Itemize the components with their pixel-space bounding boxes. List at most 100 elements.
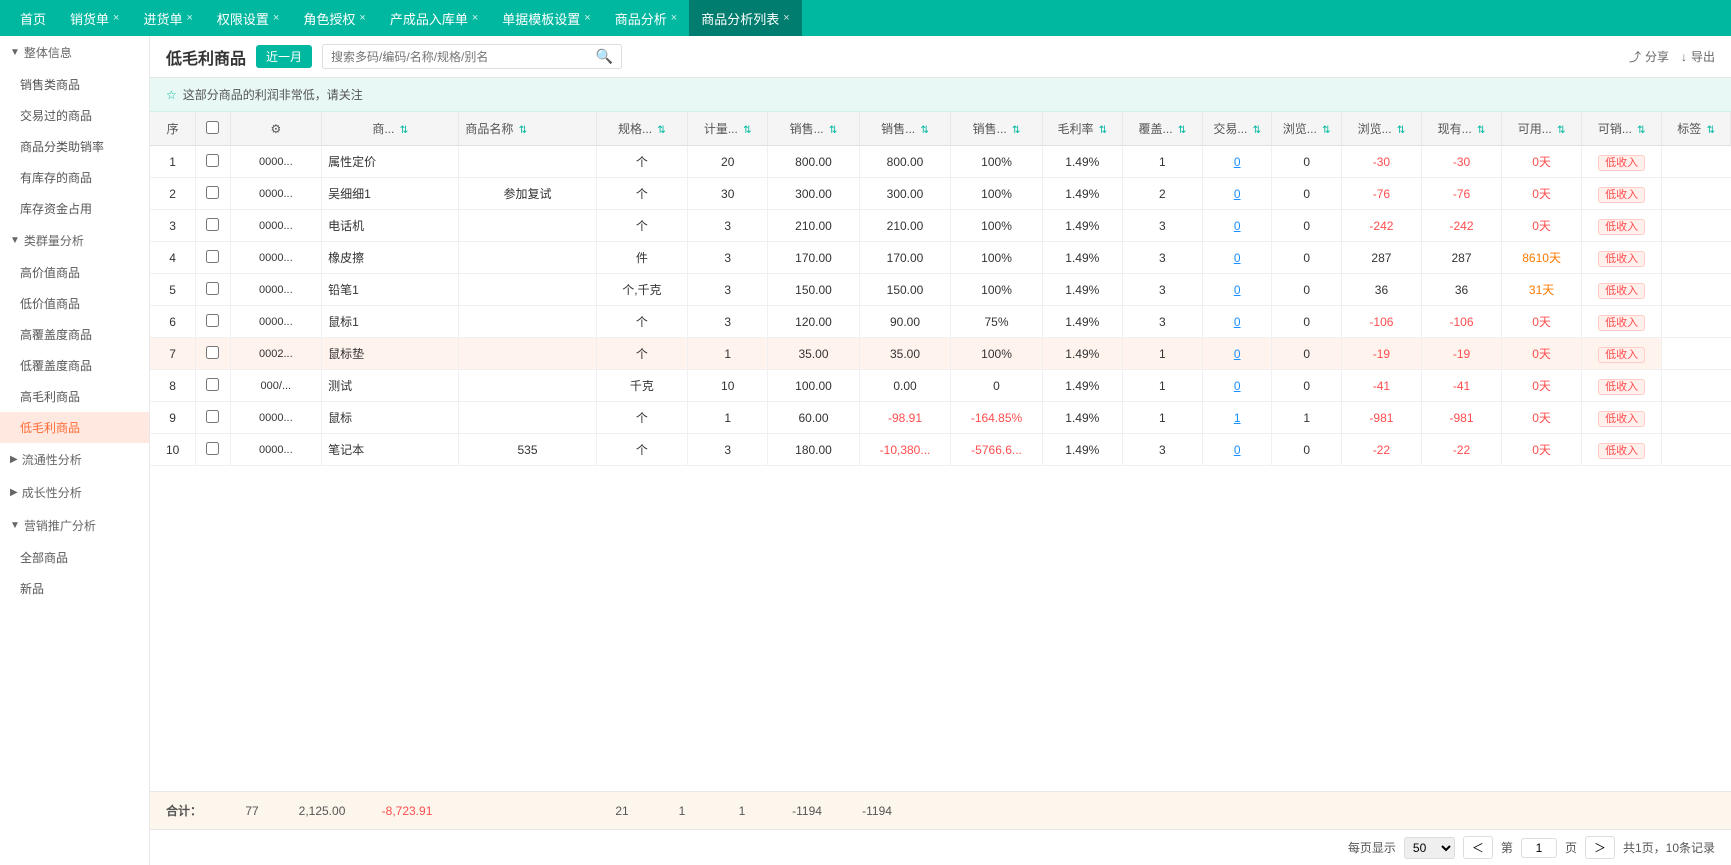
cell-available: 287 xyxy=(1421,242,1501,274)
cell-cover: 1.49% xyxy=(1042,178,1122,210)
nav-permissions-close[interactable]: × xyxy=(273,12,279,24)
sidebar-item-low-value[interactable]: 低价值商品 xyxy=(0,288,149,319)
row-checkbox-9[interactable] xyxy=(206,442,219,455)
sidebar-item-high-value[interactable]: 高价值商品 xyxy=(0,257,149,288)
cell-view2: 1 xyxy=(1272,402,1341,434)
share-button[interactable]: ⤴ 分享 xyxy=(1629,48,1669,65)
sidebar-group-marketing[interactable]: ▼ 营销推广分析 xyxy=(0,509,149,542)
nav-sales-close[interactable]: × xyxy=(113,12,119,24)
sidebar-group-flow[interactable]: ▶ 流通性分析 xyxy=(0,443,149,476)
cell-check[interactable] xyxy=(196,210,230,242)
current-page-input[interactable] xyxy=(1521,838,1557,858)
nav-product-analysis-close[interactable]: × xyxy=(671,12,677,24)
cell-sale-amount: 210.00 xyxy=(859,210,951,242)
col-header-gross: 毛利率 ⇅ xyxy=(1042,112,1122,146)
cell-view1[interactable]: 0 xyxy=(1202,434,1271,466)
sidebar-group-overall[interactable]: ▼ 整体信息 xyxy=(0,36,149,69)
cell-check[interactable] xyxy=(196,178,230,210)
nav-product-entry[interactable]: 产成品入库单 × xyxy=(378,0,490,36)
col-header-saleable: 可销... ⇅ xyxy=(1582,112,1662,146)
cell-sale-amount: 0.00 xyxy=(859,370,951,402)
cell-tag: 低收入 xyxy=(1582,306,1662,338)
nav-product-analysis-list[interactable]: 商品分析列表 × xyxy=(689,0,801,36)
cell-view1[interactable]: 0 xyxy=(1202,178,1271,210)
next-page-button[interactable]: ＞ xyxy=(1585,836,1615,859)
prev-page-button[interactable]: ＜ xyxy=(1463,836,1493,859)
sidebar-item-traded-goods[interactable]: 交易过的商品 xyxy=(0,100,149,131)
cell-trade: 3 xyxy=(1122,210,1202,242)
sidebar-item-all-goods[interactable]: 全部商品 xyxy=(0,542,149,573)
sidebar-item-high-gross[interactable]: 高毛利商品 xyxy=(0,381,149,412)
nav-product-entry-close[interactable]: × xyxy=(472,12,478,24)
sidebar-item-low-gross[interactable]: 低毛利商品 xyxy=(0,412,149,443)
cell-view1[interactable]: 0 xyxy=(1202,338,1271,370)
footer-total-label: 合计： xyxy=(166,802,202,819)
nav-roles-close[interactable]: × xyxy=(359,12,365,24)
cell-view2: 0 xyxy=(1272,338,1341,370)
sidebar-item-low-cover[interactable]: 低覆盖度商品 xyxy=(0,350,149,381)
filter-button[interactable]: 近一月 xyxy=(256,45,312,68)
row-checkbox-3[interactable] xyxy=(206,250,219,263)
search-icon[interactable]: 🔍 xyxy=(596,48,613,65)
cell-tag: 低收入 xyxy=(1582,274,1662,306)
sidebar-group-growth[interactable]: ▶ 成长性分析 xyxy=(0,476,149,509)
cell-sale-qty: 3 xyxy=(688,274,768,306)
cell-sale-amount: -10,380... xyxy=(859,434,951,466)
cell-check[interactable] xyxy=(196,402,230,434)
nav-home[interactable]: 首页 xyxy=(8,0,58,36)
sidebar-item-capital[interactable]: 库存资金占用 xyxy=(0,193,149,224)
row-checkbox-7[interactable] xyxy=(206,378,219,391)
search-box[interactable]: 🔍 xyxy=(322,44,622,69)
nav-template-close[interactable]: × xyxy=(584,12,590,24)
cell-spec: 535 xyxy=(459,434,596,466)
col-header-view2: 浏览... ⇅ xyxy=(1341,112,1421,146)
cell-check[interactable] xyxy=(196,306,230,338)
row-checkbox-2[interactable] xyxy=(206,218,219,231)
row-checkbox-1[interactable] xyxy=(206,186,219,199)
table-container[interactable]: 序 ⚙ 商... ⇅ 商品名称 ⇅ 规格... ⇅ 计量... ⇅ 销售... … xyxy=(150,112,1731,791)
export-button[interactable]: ↓ 导出 xyxy=(1681,48,1715,65)
nav-product-analysis-list-close[interactable]: × xyxy=(783,12,789,24)
cell-check[interactable] xyxy=(196,274,230,306)
cell-sale-price: 100.00 xyxy=(768,370,860,402)
cell-check[interactable] xyxy=(196,338,230,370)
sidebar-item-in-stock[interactable]: 有库存的商品 xyxy=(0,162,149,193)
col-header-current: 现有... ⇅ xyxy=(1421,112,1501,146)
footer-view2: 1 xyxy=(712,804,772,818)
row-checkbox-5[interactable] xyxy=(206,314,219,327)
row-checkbox-8[interactable] xyxy=(206,410,219,423)
cell-check[interactable] xyxy=(196,370,230,402)
nav-template[interactable]: 单据模板设置 × xyxy=(490,0,602,36)
sidebar-item-high-cover[interactable]: 高覆盖度商品 xyxy=(0,319,149,350)
sidebar-item-sales-goods[interactable]: 销售类商品 xyxy=(0,69,149,100)
cell-view1[interactable]: 0 xyxy=(1202,242,1271,274)
cell-view1[interactable]: 1 xyxy=(1202,402,1271,434)
cell-view1[interactable]: 0 xyxy=(1202,306,1271,338)
row-checkbox-4[interactable] xyxy=(206,282,219,295)
nav-product-analysis[interactable]: 商品分析 × xyxy=(603,0,689,36)
select-all-checkbox[interactable] xyxy=(206,121,219,134)
cell-view1[interactable]: 0 xyxy=(1202,370,1271,402)
row-checkbox-6[interactable] xyxy=(206,346,219,359)
cell-view2: 0 xyxy=(1272,242,1341,274)
cell-view1[interactable]: 0 xyxy=(1202,210,1271,242)
cell-view1[interactable]: 0 xyxy=(1202,146,1271,178)
nav-purchase[interactable]: 进货单 × xyxy=(131,0,204,36)
cell-check[interactable] xyxy=(196,146,230,178)
nav-permissions[interactable]: 权限设置 × xyxy=(205,0,291,36)
cell-saleable: 0天 xyxy=(1502,370,1582,402)
sidebar-group-cluster[interactable]: ▼ 类群量分析 xyxy=(0,224,149,257)
cell-check[interactable] xyxy=(196,242,230,274)
nav-purchase-close[interactable]: × xyxy=(186,12,192,24)
sidebar-item-category-rate[interactable]: 商品分类助销率 xyxy=(0,131,149,162)
nav-sales[interactable]: 销货单 × xyxy=(58,0,131,36)
row-checkbox-0[interactable] xyxy=(206,154,219,167)
cell-current: 287 xyxy=(1341,242,1421,274)
cell-view1[interactable]: 0 xyxy=(1202,274,1271,306)
per-page-select[interactable]: 50 100 200 xyxy=(1404,837,1455,859)
nav-roles[interactable]: 角色授权 × xyxy=(291,0,377,36)
search-input[interactable] xyxy=(331,50,596,64)
col-header-name: 商品名称 ⇅ xyxy=(459,112,596,146)
cell-check[interactable] xyxy=(196,434,230,466)
sidebar-item-new-goods[interactable]: 新品 xyxy=(0,573,149,604)
